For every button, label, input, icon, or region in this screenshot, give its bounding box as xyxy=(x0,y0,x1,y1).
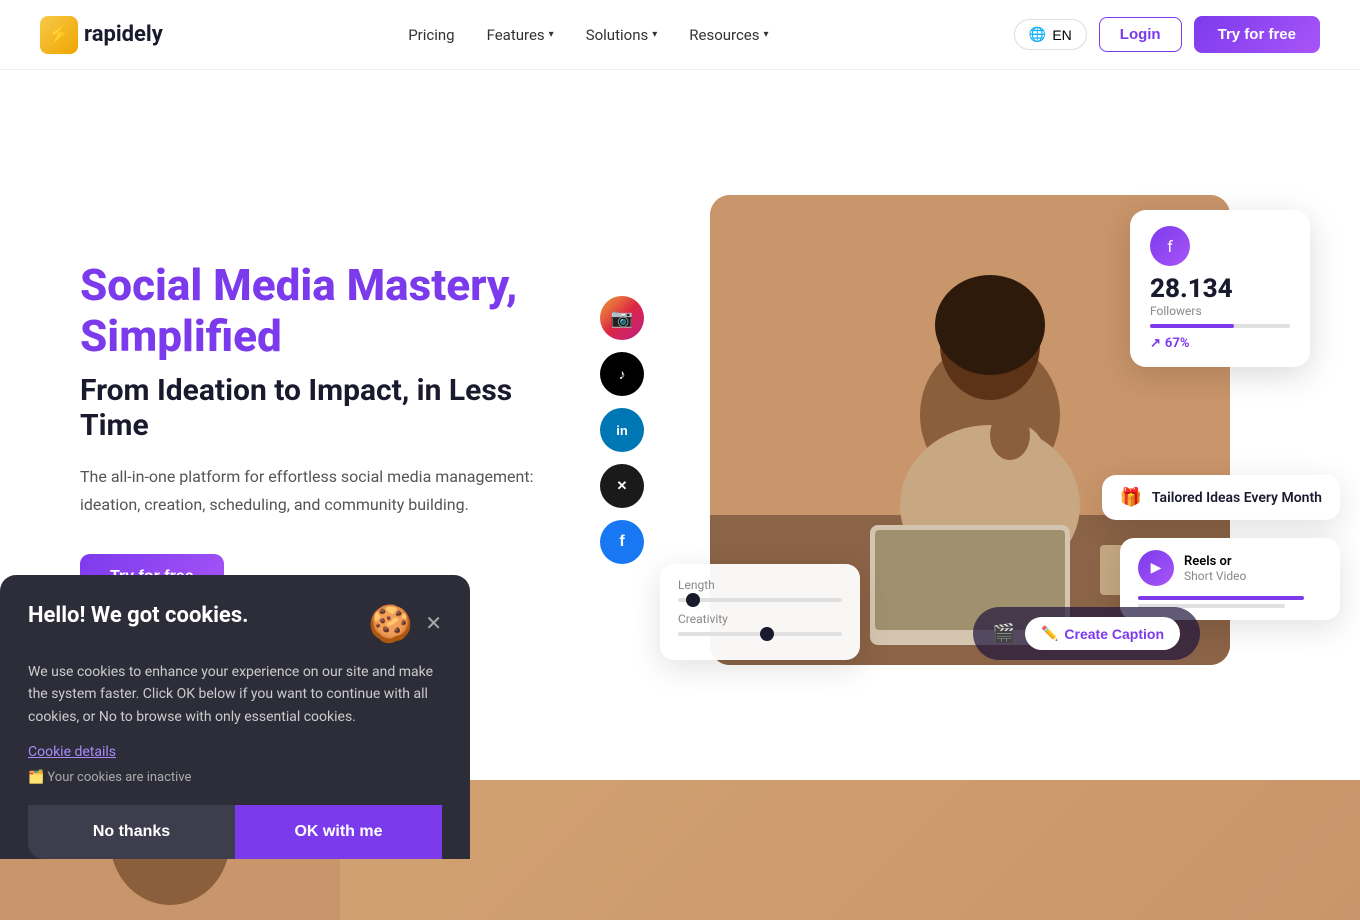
follower-label: Followers xyxy=(1150,304,1290,318)
nav-pricing[interactable]: Pricing xyxy=(408,26,454,44)
progress-bar xyxy=(1150,324,1290,328)
create-caption-button[interactable]: ✏️ Create Caption xyxy=(1025,617,1180,650)
cookie-emoji: 🍪 xyxy=(368,603,413,645)
cookie-inactive-status: 🗂️ Your cookies are inactive xyxy=(28,770,442,785)
cookie-header: Hello! We got cookies. 🍪 ✕ xyxy=(28,603,442,645)
nav-right: 🌐 EN Login Try for free xyxy=(1014,16,1320,53)
gift-icon: 🎁 xyxy=(1120,487,1142,508)
progress-bar-fill xyxy=(1150,324,1234,328)
length-track xyxy=(678,598,842,602)
login-button[interactable]: Login xyxy=(1099,17,1182,52)
hero-right: 📷 ♪ in ✕ f xyxy=(600,180,1280,680)
twitter-icon[interactable]: ✕ xyxy=(600,464,644,508)
nav-features[interactable]: Features ▾ xyxy=(487,26,554,44)
language-selector[interactable]: 🌐 EN xyxy=(1014,19,1087,50)
cookie-banner: Hello! We got cookies. 🍪 ✕ We use cookie… xyxy=(0,575,470,859)
try-free-button-nav[interactable]: Try for free xyxy=(1194,16,1320,53)
follower-count: 28.134 xyxy=(1150,274,1290,304)
trending-icon: ↗ xyxy=(1150,336,1161,351)
chevron-down-icon: ▾ xyxy=(652,29,657,40)
caption-row: 🎬 ✏️ Create Caption xyxy=(973,607,1200,660)
creativity-track xyxy=(678,632,842,636)
logo-icon: ⚡ xyxy=(40,16,78,54)
nav-links: Pricing Features ▾ Solutions ▾ Resources… xyxy=(408,26,768,44)
globe-icon: 🌐 xyxy=(1029,26,1046,43)
tailored-ideas-card: 🎁 Tailored Ideas Every Month xyxy=(1102,475,1341,520)
chevron-down-icon: ▾ xyxy=(549,29,554,40)
no-thanks-button[interactable]: No thanks xyxy=(28,805,235,859)
tailored-text: Tailored Ideas Every Month xyxy=(1152,490,1322,506)
facebook-icon[interactable]: f xyxy=(600,520,644,564)
length-label: Length xyxy=(678,578,842,592)
length-slider-row: Length xyxy=(678,578,842,602)
lang-label: EN xyxy=(1052,27,1071,43)
creativity-label: Creativity xyxy=(678,612,842,626)
cookie-details-link[interactable]: Cookie details xyxy=(28,744,442,760)
creativity-slider-row: Creativity xyxy=(678,612,842,636)
camera-icon: 🎬 xyxy=(993,623,1015,644)
social-icons-column: 📷 ♪ in ✕ f xyxy=(600,296,644,564)
sliders-widget: Length Creativity xyxy=(660,564,860,660)
avatar: f xyxy=(1150,226,1190,266)
linkedin-icon[interactable]: in xyxy=(600,408,644,452)
growth-stat: ↗ 67% xyxy=(1150,336,1290,351)
ok-button[interactable]: OK with me xyxy=(235,805,442,859)
reels-bar-primary xyxy=(1138,596,1304,600)
cookie-buttons: No thanks OK with me xyxy=(28,805,442,859)
reels-top: ▶ Reels or Short Video xyxy=(1138,550,1322,586)
follower-card: f 28.134 Followers ↗ 67% xyxy=(1130,210,1310,367)
logo[interactable]: ⚡ rapidely xyxy=(40,16,163,54)
hero-description: The all-in-one platform for effortless s… xyxy=(80,463,560,517)
pencil-icon: ✏️ xyxy=(1041,625,1058,642)
nav-solutions[interactable]: Solutions ▾ xyxy=(586,26,658,44)
cookie-close-button[interactable]: ✕ xyxy=(425,614,442,634)
avatar-icon: f xyxy=(1167,237,1173,256)
navbar: ⚡ rapidely Pricing Features ▾ Solutions … xyxy=(0,0,1360,70)
tiktok-icon[interactable]: ♪ xyxy=(600,352,644,396)
growth-value: 67% xyxy=(1165,336,1190,351)
cookie-title-wrap: Hello! We got cookies. xyxy=(28,603,249,628)
creativity-thumb[interactable] xyxy=(760,627,774,641)
chevron-down-icon: ▾ xyxy=(764,29,769,40)
hero-title: Social Media Mastery, Simplified xyxy=(80,260,560,361)
length-thumb[interactable] xyxy=(686,593,700,607)
hero-left: Social Media Mastery, Simplified From Id… xyxy=(80,260,560,600)
cookie-description: We use cookies to enhance your experienc… xyxy=(28,661,442,728)
cookie-title: Hello! We got cookies. xyxy=(28,603,249,628)
play-icon: ▶ xyxy=(1138,550,1174,586)
nav-resources[interactable]: Resources ▾ xyxy=(689,26,768,44)
logo-text: rapidely xyxy=(84,22,163,47)
instagram-icon[interactable]: 📷 xyxy=(600,296,644,340)
reels-label: Reels or Short Video xyxy=(1184,554,1246,583)
hero-subtitle: From Ideation to Impact, in Less Time xyxy=(80,373,560,443)
